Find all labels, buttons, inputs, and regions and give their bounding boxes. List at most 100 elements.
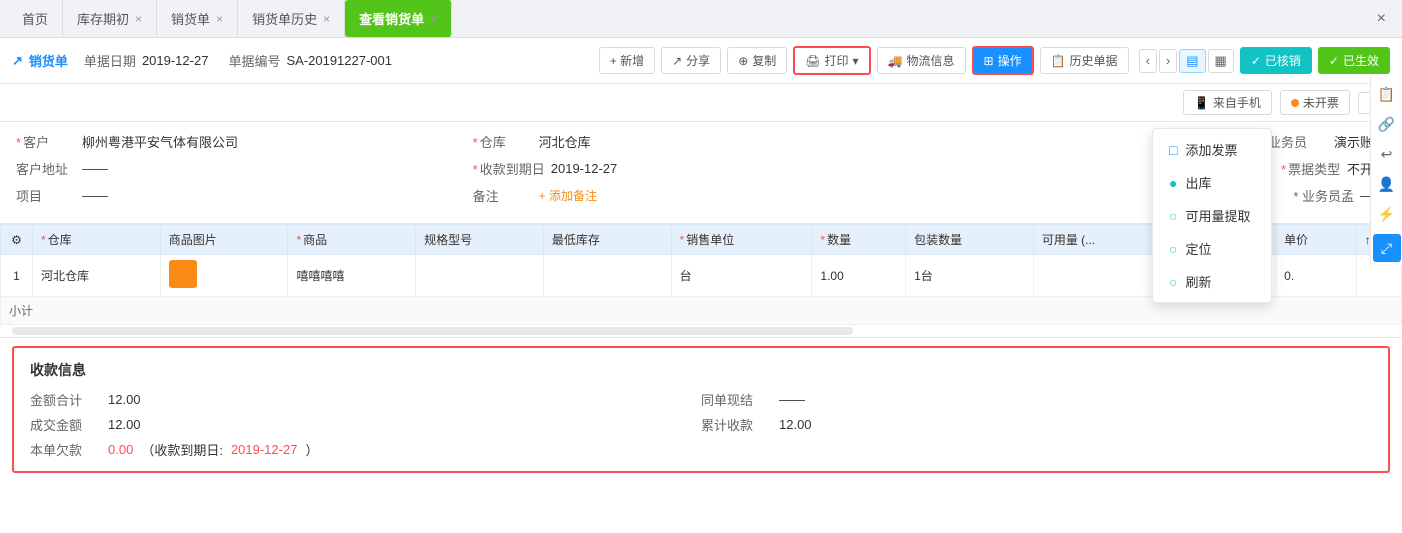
tab-inventory[interactable]: 库存期初 ×	[63, 0, 157, 37]
transaction-amount-row: 成交金额 12.00	[30, 415, 701, 434]
ticket-type-label: 票据类型	[1281, 159, 1341, 178]
doc-number-value: SA-20191227-001	[286, 53, 392, 68]
tab-sales-close[interactable]: ×	[216, 12, 223, 26]
doc-type-label: 销货单	[29, 51, 68, 70]
print-icon: 🖨	[805, 54, 820, 68]
cell-pack-qty: 1台	[906, 255, 1034, 297]
tab-home[interactable]: 首页	[8, 0, 63, 37]
already-effective-button[interactable]: ✓ 已生效	[1318, 47, 1390, 74]
already-canceled-button[interactable]: ✓ 已核销	[1240, 47, 1312, 74]
dropdown-outbound[interactable]: ● 出库	[1153, 166, 1271, 199]
customer-field: 客户 柳州粤港平安气体有限公司	[16, 132, 473, 151]
project-label: 项目	[16, 186, 76, 205]
warehouse-value: 河北仓库	[539, 132, 591, 151]
doc-date-value: 2019-12-27	[142, 53, 209, 68]
transaction-amount-value: 12.00	[108, 417, 141, 432]
horizontal-scrollbar[interactable]	[12, 327, 853, 335]
product-image	[169, 260, 197, 288]
nav-next-button[interactable]: ›	[1159, 49, 1177, 73]
nav-prev-button[interactable]: ‹	[1139, 49, 1157, 73]
sales-order-icon: ↗	[12, 53, 23, 69]
due-date-field: 收款到期日 2019-12-27	[473, 159, 930, 178]
print-button[interactable]: 🖨 打印 ▾	[793, 46, 870, 75]
project-value: ——	[82, 188, 108, 203]
sidebar-icon-expand[interactable]: ⤢	[1373, 234, 1401, 262]
transaction-amount-label: 成交金额	[30, 415, 100, 434]
sidebar-icon-user[interactable]: 👤	[1373, 170, 1401, 198]
copy-button[interactable]: ⊕ 复制	[727, 47, 787, 74]
layout2-button[interactable]: ▦	[1208, 49, 1234, 73]
due-date-value: 2019-12-27	[551, 161, 618, 176]
gear-icon[interactable]: ⚙	[11, 233, 22, 247]
from-phone-button[interactable]: 📱 来自手机	[1183, 90, 1272, 115]
due-date-label: 收款到期日	[473, 159, 545, 178]
effective-icon: ✓	[1329, 54, 1339, 68]
available-qty-icon: ○	[1169, 208, 1177, 224]
cell-product-img	[160, 255, 288, 297]
history-button[interactable]: 📋 历史单据	[1040, 47, 1129, 74]
col-pack-qty: 包装数量	[906, 225, 1034, 255]
available-qty-label: 可用量提取	[1185, 206, 1250, 225]
summary-title: 收款信息	[30, 360, 1372, 380]
add-invoice-label: 添加发票	[1185, 140, 1237, 159]
tab-sales-history[interactable]: 销货单历史 ×	[238, 0, 345, 37]
col-unit-price: 单价	[1276, 225, 1357, 255]
col-sales-unit: 销售单位	[671, 225, 812, 255]
cell-quantity: 1.00	[812, 255, 906, 297]
tab-inventory-close[interactable]: ×	[135, 12, 142, 26]
doc-date-item: 单据日期 2019-12-27	[84, 51, 209, 70]
doc-header: ↗ 销货单 单据日期 2019-12-27 单据编号 SA-20191227-0…	[0, 38, 1402, 84]
col-warehouse: 仓库	[33, 225, 161, 255]
sidebar-icon-link[interactable]: 🔗	[1373, 110, 1401, 138]
arrears-note2: ）	[305, 440, 318, 459]
summary-section: 收款信息 金额合计 12.00 同单现结 —— 成交金额 12.00 累计收款 …	[12, 346, 1390, 473]
same-order-row: 同单现结 ——	[701, 390, 1372, 409]
col-product-img: 商品图片	[160, 225, 288, 255]
tab-bar-close[interactable]: ×	[1369, 10, 1394, 28]
copy-icon: ⊕	[738, 54, 748, 68]
share-button[interactable]: ↗ 分享	[661, 47, 721, 74]
not-open-dot	[1291, 99, 1299, 107]
add-button[interactable]: + 新增	[599, 47, 655, 74]
share-icon: ↗	[672, 54, 682, 68]
tab-view-sales[interactable]: 查看销货单 ×	[345, 0, 452, 37]
dropdown-menu: □ 添加发票 ● 出库 ○ 可用量提取 ○ 定位 ○ 刷新	[1152, 128, 1272, 303]
toolbar: + 新增 ↗ 分享 ⊕ 复制 🖨 打印 ▾ 🚚 物流信息	[599, 46, 1390, 75]
not-open-ticket-button[interactable]: 未开票	[1280, 90, 1350, 115]
doc-number-item: 单据编号 SA-20191227-001	[228, 51, 392, 70]
locate-label: 定位	[1185, 239, 1211, 258]
dropdown-refresh[interactable]: ○ 刷新	[1153, 265, 1271, 298]
logistics-button[interactable]: 🚚 物流信息	[877, 47, 966, 74]
notes-add[interactable]: + 添加备注	[539, 187, 597, 204]
col-gear: ⚙	[1, 225, 33, 255]
layout1-button[interactable]: ▤	[1179, 49, 1205, 73]
employee-label: 业务员	[1268, 132, 1328, 151]
col-spec: 规格型号	[416, 225, 544, 255]
notes-label: 备注	[473, 186, 533, 205]
amount-total-label: 金额合计	[30, 390, 100, 409]
current-arrears-label: 本单欠款	[30, 440, 100, 459]
tab-sales[interactable]: 销货单 ×	[157, 0, 238, 37]
dropdown-locate[interactable]: ○ 定位	[1153, 232, 1271, 265]
sidebar-icon-return[interactable]: ↩	[1373, 140, 1401, 168]
sidebar-icon-copy[interactable]: 📋	[1373, 80, 1401, 108]
right-sidebar: 📋 🔗 ↩ 👤 ⚡ ⤢	[1370, 76, 1402, 266]
current-arrears-value: 0.00	[108, 442, 133, 457]
customer-value: 柳州粤港平安气体有限公司	[82, 132, 238, 151]
same-order-value: ——	[779, 392, 805, 407]
warehouse-label: 仓库	[473, 132, 533, 151]
cell-min-stock	[543, 255, 671, 297]
operations-button[interactable]: ⊞ 操作	[972, 46, 1034, 75]
sidebar-icon-lightning[interactable]: ⚡	[1373, 200, 1401, 228]
dropdown-available-qty[interactable]: ○ 可用量提取	[1153, 199, 1271, 232]
tab-sales-history-close[interactable]: ×	[323, 12, 330, 26]
ops-icon: ⊞	[984, 54, 994, 68]
col-min-stock: 最低库存	[543, 225, 671, 255]
customer-label: 客户	[16, 132, 76, 151]
tab-view-sales-close[interactable]: ×	[430, 12, 437, 26]
dropdown-add-invoice[interactable]: □ 添加发票	[1153, 133, 1271, 166]
cell-available	[1033, 255, 1171, 297]
amount-total-row: 金额合计 12.00	[30, 390, 701, 409]
doc-title: ↗ 销货单	[12, 51, 68, 70]
cumulative-receipt-label: 累计收款	[701, 415, 771, 434]
